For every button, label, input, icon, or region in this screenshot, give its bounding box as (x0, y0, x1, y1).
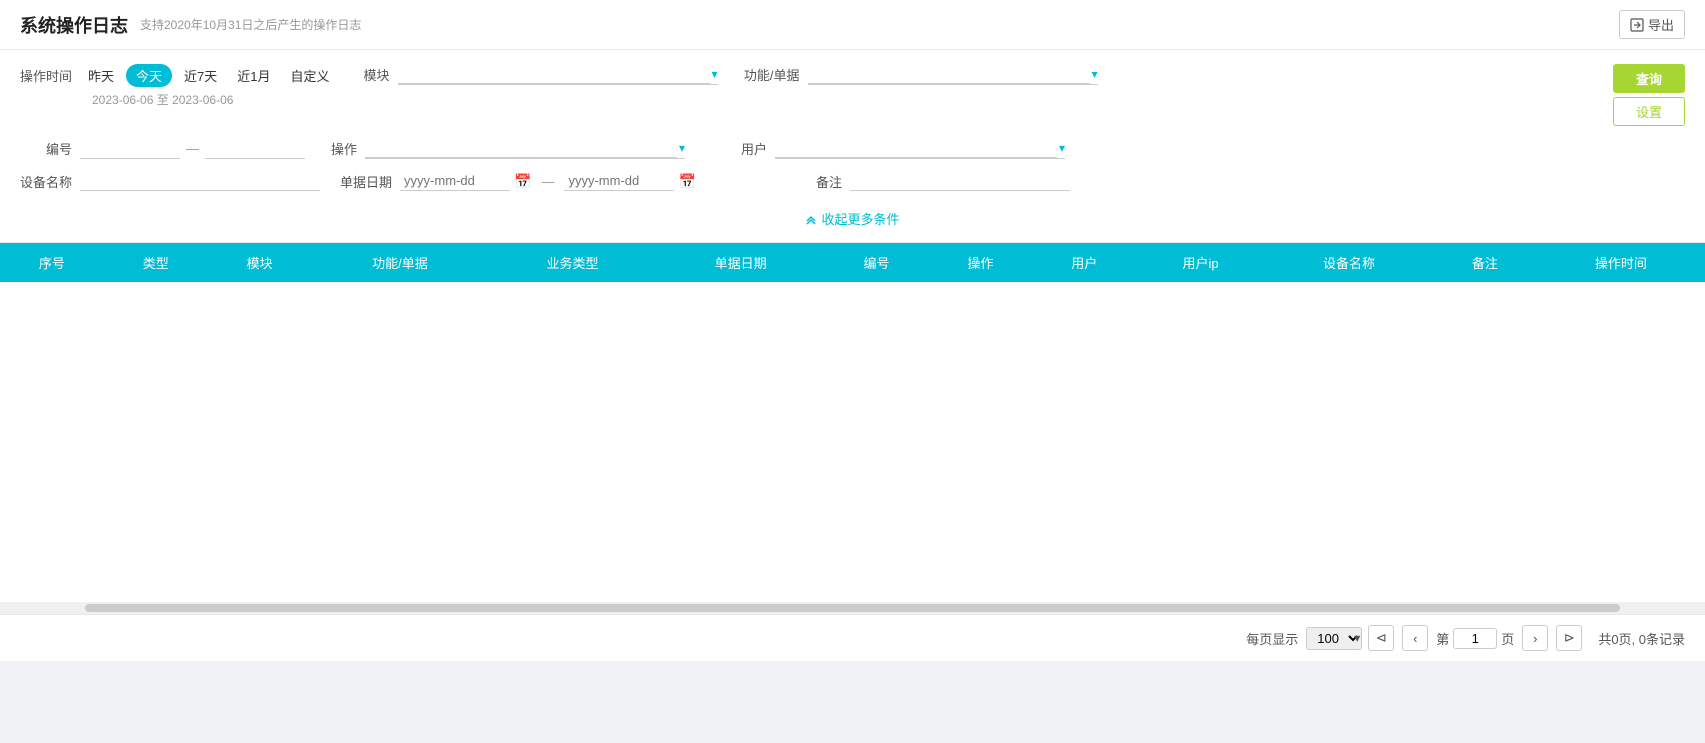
device-input[interactable] (80, 171, 320, 191)
per-page-label: 每页显示 (1246, 629, 1298, 648)
remark-label: 备注 (780, 172, 850, 191)
module-chevron-icon: ▾ (712, 67, 718, 81)
date-start-input[interactable] (400, 171, 510, 191)
time-btn-custom[interactable]: 自定义 (283, 64, 338, 87)
date-end-input[interactable] (564, 171, 674, 191)
action-buttons: 查询 设置 (1613, 64, 1685, 126)
table-area: 序号 类型 模块 功能/单据 业务类型 单据日期 编号 操作 用户 用户ip 设… (0, 243, 1705, 602)
total-info: 共0页, 0条记录 (1598, 629, 1685, 648)
user-chevron-icon: ▾ (1059, 141, 1065, 155)
prev-page-icon: ‹ (1413, 631, 1417, 646)
next-page-icon: › (1533, 631, 1537, 646)
page-subtitle: 支持2020年10月31日之后产生的操作日志 (140, 16, 361, 33)
table-header-row: 序号 类型 模块 功能/单据 业务类型 单据日期 编号 操作 用户 用户ip 设… (0, 243, 1705, 282)
settings-button[interactable]: 设置 (1613, 97, 1685, 126)
prev-page-button[interactable]: ‹ (1402, 625, 1428, 651)
data-table: 序号 类型 模块 功能/单据 业务类型 单据日期 编号 操作 用户 用户ip 设… (0, 243, 1705, 282)
filter-area: 操作时间 昨天 今天 近7天 近1月 自定义 2023-06-06 至 2023… (0, 50, 1705, 243)
operation-select[interactable] (365, 138, 677, 158)
page-unit: 页 (1501, 629, 1514, 648)
collapse-icon (805, 213, 817, 225)
number-start-input[interactable] (80, 139, 180, 159)
scrollbar-thumb[interactable] (85, 604, 1620, 612)
collapse-bar[interactable]: 收起更多条件 (20, 203, 1685, 236)
time-buttons: 昨天 今天 近7天 近1月 自定义 (80, 64, 338, 87)
time-btn-yesterday[interactable]: 昨天 (80, 64, 122, 87)
col-module: 模块 (208, 243, 312, 282)
export-button[interactable]: 导出 (1619, 10, 1685, 39)
col-index: 序号 (0, 243, 104, 282)
device-label: 设备名称 (20, 172, 80, 191)
first-page-button[interactable]: ⊲ (1368, 625, 1394, 651)
page-header: 系统操作日志 支持2020年10月31日之后产生的操作日志 导出 (0, 0, 1705, 50)
number-end-input[interactable] (205, 139, 305, 159)
module-select[interactable] (398, 64, 710, 84)
horizontal-scrollbar[interactable] (0, 602, 1705, 614)
operation-label: 操作 (325, 139, 365, 158)
operation-chevron-icon: ▾ (679, 141, 685, 155)
page-title: 系统操作日志 (20, 12, 128, 38)
bottom-bar: 每页显示 50 100 200 500 ▾ ⊲ ‹ 第 页 › ⊳ 共0页, 0… (0, 614, 1705, 661)
time-btn-today[interactable]: 今天 (126, 64, 172, 87)
user-label: 用户 (705, 139, 775, 158)
empty-area (0, 282, 1705, 602)
page-number-input[interactable] (1453, 628, 1497, 649)
function-label: 功能/单据 (738, 65, 808, 84)
col-number: 编号 (825, 243, 929, 282)
calendar-end-icon[interactable]: 📅 (678, 173, 695, 190)
col-remark: 备注 (1433, 243, 1537, 282)
per-page-select[interactable]: 50 100 200 500 (1306, 627, 1362, 650)
number-label: 编号 (20, 139, 80, 158)
calendar-start-icon[interactable]: 📅 (514, 173, 531, 190)
export-icon (1630, 18, 1644, 32)
time-btn-7days[interactable]: 近7天 (176, 64, 225, 87)
query-button[interactable]: 查询 (1613, 64, 1685, 93)
number-dash: — (186, 141, 199, 156)
remark-input[interactable] (850, 171, 1070, 191)
module-label: 模块 (358, 65, 398, 84)
export-label: 导出 (1648, 15, 1674, 34)
col-function: 功能/单据 (311, 243, 488, 282)
col-user-ip: 用户ip (1136, 243, 1265, 282)
function-chevron-icon: ▾ (1092, 67, 1098, 81)
col-voucher-date: 单据日期 (657, 243, 825, 282)
last-page-icon: ⊳ (1564, 630, 1575, 646)
col-operation: 操作 (928, 243, 1032, 282)
time-btn-1month[interactable]: 近1月 (229, 64, 278, 87)
col-device-name: 设备名称 (1265, 243, 1433, 282)
col-type: 类型 (104, 243, 208, 282)
time-range-text: 2023-06-06 至 2023-06-06 (92, 93, 233, 107)
user-select[interactable] (775, 138, 1057, 158)
col-op-time: 操作时间 (1537, 243, 1705, 282)
col-biz-type: 业务类型 (488, 243, 656, 282)
time-filter-label: 操作时间 (20, 66, 80, 85)
last-page-button[interactable]: ⊳ (1556, 625, 1582, 651)
col-user: 用户 (1032, 243, 1136, 282)
date-dash: — (541, 174, 554, 189)
page-label: 第 (1436, 629, 1449, 648)
first-page-icon: ⊲ (1376, 630, 1387, 646)
voucher-date-label: 单据日期 (340, 172, 400, 191)
collapse-label: 收起更多条件 (821, 209, 899, 228)
function-select[interactable] (808, 64, 1090, 84)
page-info: 第 页 (1436, 628, 1514, 649)
next-page-button[interactable]: › (1522, 625, 1548, 651)
